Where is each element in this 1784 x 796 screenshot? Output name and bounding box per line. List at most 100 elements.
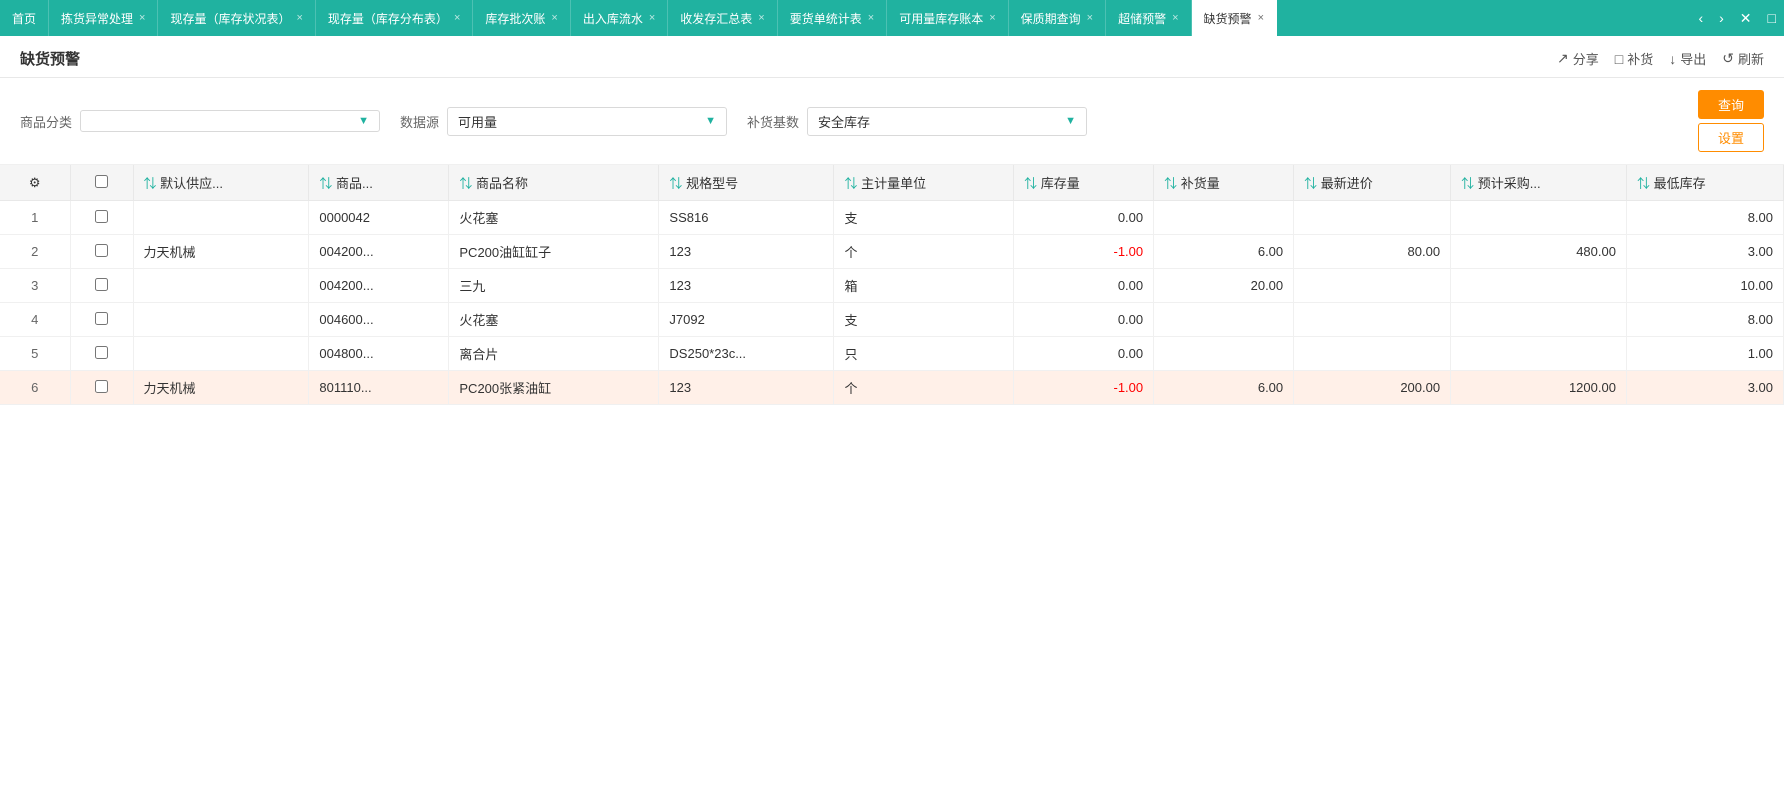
cell-min-stock: 10.00 [1626,269,1783,303]
row-number: 1 [0,201,70,235]
tab-receive-summary[interactable]: 收发存汇总表× [668,0,777,36]
tab-overstock[interactable]: 超储预警× [1106,0,1191,36]
tab-close-icon[interactable]: × [1172,12,1178,24]
query-button[interactable]: 查询 [1698,90,1764,119]
col-min-stock[interactable]: ⇅ 最低库存 [1626,165,1783,201]
cell-min-stock: 3.00 [1626,235,1783,269]
col-restock-qty[interactable]: ⇅ 补货量 [1154,165,1294,201]
cell-spec: 123 [659,371,834,405]
data-table: ⚙ ⇅ 默认供应... ⇅ 商品... ⇅ 商品名称 [0,165,1784,405]
row-checkbox[interactable] [95,380,108,393]
col-default-supplier[interactable]: ⇅ 默认供应... [133,165,309,201]
tab-inventory-status[interactable]: 现存量（库存状况表）× [158,0,315,36]
sort-icon: ⇅ [319,176,332,191]
tab-available-ledger[interactable]: 可用量库存账本× [887,0,1008,36]
cell-unit: 个 [834,371,1014,405]
tab-maximize-button[interactable]: □ [1760,10,1784,26]
row-checkbox-cell[interactable] [70,201,133,235]
tab-order-stat[interactable]: 要货单统计表× [778,0,887,36]
tab-prev-button[interactable]: ‹ [1690,10,1711,26]
datasource-filter-label: 数据源 [400,112,439,131]
row-checkbox[interactable] [95,210,108,223]
tab-expiry-query[interactable]: 保质期查询× [1009,0,1106,36]
tab-close-icon[interactable]: × [868,12,874,24]
datasource-select[interactable]: 可用量 ▼ [447,107,727,136]
tab-next-button[interactable]: › [1711,10,1732,26]
row-checkbox-cell[interactable] [70,371,133,405]
tab-close-icon[interactable]: × [1087,12,1093,24]
tab-label: 现存量（库存分布表） [328,10,448,27]
sort-icon: ⇅ [1461,176,1474,191]
col-unit[interactable]: ⇅ 主计量单位 [834,165,1014,201]
row-checkbox-cell[interactable] [70,269,133,303]
share-label: 分享 [1573,49,1599,68]
table-row: 6 力天机械 801110... PC200张紧油缸 123 个 -1.00 6… [0,371,1784,405]
restock-base-select-value: 安全库存 [818,112,870,131]
cell-default-supplier: 力天机械 [133,371,309,405]
col-product-name[interactable]: ⇅ 商品名称 [449,165,659,201]
select-all-checkbox[interactable] [95,175,108,188]
cell-default-supplier [133,337,309,371]
tab-close-all-button[interactable]: ✕ [1732,10,1760,27]
cell-product-name: 火花塞 [449,303,659,337]
cell-latest-price [1294,201,1451,235]
table-row: 1 0000042 火花塞 SS816 支 0.00 8.00 [0,201,1784,235]
export-button[interactable]: ↓ 导出 [1669,49,1706,68]
cell-latest-price [1294,303,1451,337]
tab-close-icon[interactable]: × [1258,12,1264,24]
tab-close-icon[interactable]: × [551,12,557,24]
row-checkbox-cell[interactable] [70,235,133,269]
cell-default-supplier [133,269,309,303]
tab-close-icon[interactable]: × [454,12,460,24]
cell-restock-qty: 6.00 [1154,371,1294,405]
sort-icon: ⇅ [844,176,857,191]
row-checkbox[interactable] [95,278,108,291]
row-checkbox[interactable] [95,244,108,257]
col-product-code[interactable]: ⇅ 商品... [309,165,449,201]
restock-base-select[interactable]: 安全库存 ▼ [807,107,1087,136]
row-checkbox-cell[interactable] [70,337,133,371]
refresh-button[interactable]: ↺ 刷新 [1722,49,1764,68]
tab-close-icon[interactable]: × [649,12,655,24]
cell-est-purchase [1451,303,1627,337]
row-number: 6 [0,371,70,405]
share-icon: ↗ [1557,50,1569,67]
tab-shortage[interactable]: 缺货预警× [1192,0,1277,36]
cell-latest-price: 80.00 [1294,235,1451,269]
tab-close-icon[interactable]: × [139,12,145,24]
col-est-purchase[interactable]: ⇅ 预计采购... [1451,165,1627,201]
tab-close-icon[interactable]: × [989,12,995,24]
sort-icon: ⇅ [1637,176,1650,191]
tab-close-icon[interactable]: × [296,12,302,24]
row-checkbox[interactable] [95,346,108,359]
cell-product-code: 004800... [309,337,449,371]
tab-close-icon[interactable]: × [758,12,764,24]
sort-icon: ⇅ [1304,176,1317,191]
refresh-label: 刷新 [1738,49,1764,68]
col-spec[interactable]: ⇅ 规格型号 [659,165,834,201]
share-button[interactable]: ↗ 分享 [1557,49,1599,68]
col-stock[interactable]: ⇅ 库存量 [1014,165,1154,201]
col-gear[interactable]: ⚙ [0,165,70,201]
cell-product-name: 离合片 [449,337,659,371]
row-checkbox[interactable] [95,312,108,325]
tab-batch-account[interactable]: 库存批次账× [473,0,570,36]
cell-product-name: PC200油缸缸子 [449,235,659,269]
table-row: 5 004800... 离合片 DS250*23c... 只 0.00 1.00 [0,337,1784,371]
tab-home[interactable]: 首页 [0,0,49,36]
settings-button[interactable]: 设置 [1698,123,1764,152]
cell-stock: 0.00 [1014,337,1154,371]
sort-icon: ⇅ [459,176,472,191]
restock-base-filter-label: 补货基数 [747,112,799,131]
row-checkbox-cell[interactable] [70,303,133,337]
tab-label: 首页 [12,10,36,27]
cell-est-purchase [1451,269,1627,303]
tab-inout-flow[interactable]: 出入库流水× [571,0,668,36]
tab-abnormal[interactable]: 拣货异常处理× [49,0,158,36]
cell-stock: 0.00 [1014,303,1154,337]
tab-inventory-dist[interactable]: 现存量（库存分布表） × [316,0,473,36]
cell-stock: 0.00 [1014,269,1154,303]
restock-button[interactable]: □ 补货 [1615,49,1653,68]
category-select[interactable]: ▼ [80,110,380,132]
col-latest-price[interactable]: ⇅ 最新进价 [1294,165,1451,201]
